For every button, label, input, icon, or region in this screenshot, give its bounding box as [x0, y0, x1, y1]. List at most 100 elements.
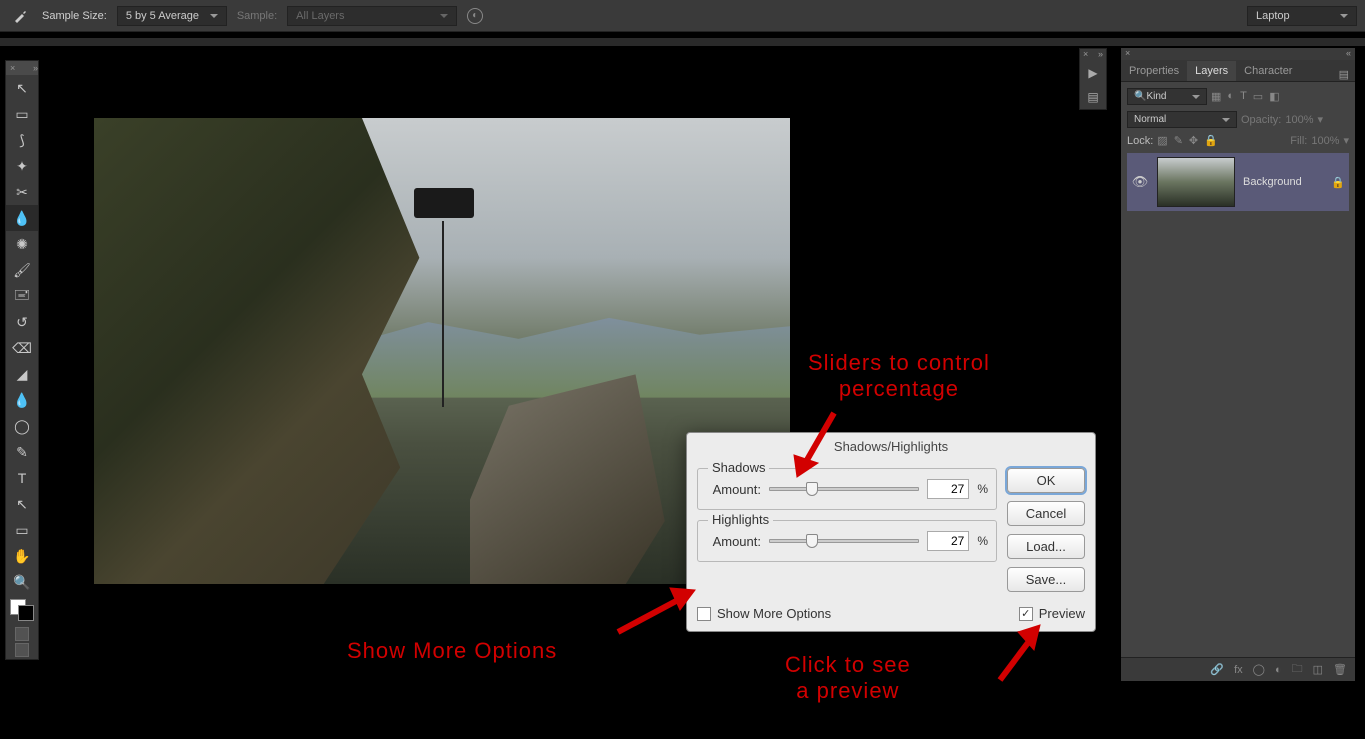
shadows-amount-input[interactable] [927, 479, 969, 499]
layer-row-background[interactable]: 👁 Background 🔒 [1127, 153, 1349, 211]
new-fill-icon[interactable]: ◐ [1275, 664, 1282, 676]
filter-smart-icon[interactable]: ◧ [1269, 90, 1279, 103]
canvas-area [50, 48, 1125, 739]
magic-wand-tool[interactable]: ✦ [6, 153, 38, 179]
delete-layer-icon[interactable]: 🗑 [1333, 663, 1347, 676]
highlights-slider[interactable] [769, 539, 919, 543]
background-color[interactable] [18, 605, 34, 621]
lock-pixels-icon[interactable]: ✎ [1174, 134, 1183, 147]
layers-panel-footer: 🔗 fx ◯ ◐ 🗀 ◫ 🗑 [1121, 657, 1355, 681]
shadows-fieldset: Shadows Amount: % [697, 468, 997, 510]
layer-fx-icon[interactable]: fx [1234, 664, 1243, 676]
blend-mode-dropdown[interactable]: Normal [1127, 111, 1237, 128]
path-select-tool[interactable]: ↖ [6, 491, 38, 517]
filter-shape-icon[interactable]: ▭ [1253, 90, 1263, 103]
highlights-amount-input[interactable] [927, 531, 969, 551]
link-layers-icon[interactable]: 🔗 [1210, 663, 1224, 676]
play-icon[interactable]: ▶ [1080, 61, 1106, 85]
save-button[interactable]: Save... [1007, 567, 1085, 592]
expand-icon[interactable]: » [33, 63, 38, 73]
opacity-label: Opacity: [1241, 114, 1281, 126]
filter-adjust-icon[interactable]: ◐ [1227, 90, 1234, 103]
lock-all-icon[interactable]: 🔒 [1204, 134, 1218, 147]
screen-mode-toggle[interactable] [15, 643, 29, 657]
filter-type-icons: ▦ ◐ T ▭ ◧ [1211, 90, 1280, 103]
shadows-slider-thumb[interactable] [806, 482, 818, 496]
eraser-tool[interactable]: ⌫ [6, 335, 38, 361]
fill-value: 100% [1311, 135, 1339, 147]
fill-arrow-icon[interactable]: ▾ [1343, 134, 1349, 147]
marquee-tool[interactable]: ▭ [6, 101, 38, 127]
sample-size-dropdown[interactable]: 5 by 5 Average [117, 6, 227, 26]
collapse-icon[interactable]: « [1346, 48, 1351, 60]
shadows-highlights-dialog: Shadows/Highlights Shadows Amount: % Hig… [686, 432, 1096, 632]
preview-row[interactable]: ✓ Preview [1019, 606, 1085, 621]
ok-button[interactable]: OK [1007, 468, 1085, 493]
new-group-icon[interactable]: 🗀 [1292, 660, 1303, 679]
shape-tool[interactable]: ▭ [6, 517, 38, 543]
panel-menu-icon[interactable]: ▤ [1333, 68, 1355, 81]
pen-tool[interactable]: ✎ [6, 439, 38, 465]
spot-heal-tool[interactable]: ✺ [6, 231, 38, 257]
load-button[interactable]: Load... [1007, 534, 1085, 559]
tab-character[interactable]: Character [1236, 61, 1300, 81]
tab-properties[interactable]: Properties [1121, 61, 1187, 81]
chevron-down-icon [1222, 118, 1230, 122]
brush-tool[interactable]: 🖌 [6, 257, 38, 283]
lock-label: Lock: [1127, 135, 1153, 147]
opacity-arrow-icon[interactable]: ▾ [1318, 113, 1324, 126]
options-bar: Sample Size: 5 by 5 Average Sample: All … [0, 0, 1365, 32]
opacity-value: 100% [1285, 114, 1313, 126]
sample-ring-icon[interactable]: ◐ [467, 8, 483, 24]
layers-panel-body: 🔍Kind ▦ ◐ T ▭ ◧ Normal Opacity: 100% ▾ L… [1121, 82, 1355, 217]
show-more-options-row[interactable]: Show More Options [697, 606, 831, 621]
new-layer-icon[interactable]: ◫ [1313, 663, 1323, 676]
lock-transparency-icon[interactable]: ▨ [1157, 134, 1167, 147]
type-tool[interactable]: T [6, 465, 38, 491]
filter-type-icon[interactable]: T [1240, 90, 1247, 103]
highlights-fieldset: Highlights Amount: % [697, 520, 997, 562]
zoom-tool[interactable]: 🔍 [6, 569, 38, 595]
close-icon[interactable]: × [10, 63, 15, 73]
layer-mask-icon[interactable]: ◯ [1253, 663, 1265, 676]
gradient-tool[interactable]: ◢ [6, 361, 38, 387]
tab-layers[interactable]: Layers [1187, 61, 1236, 81]
visibility-icon[interactable]: 👁 [1131, 174, 1149, 190]
lock-position-icon[interactable]: ✥ [1189, 134, 1198, 147]
workspace-dropdown[interactable]: Laptop [1247, 6, 1357, 26]
crop-tool[interactable]: ✂ [6, 179, 38, 205]
show-more-label: Show More Options [717, 606, 831, 621]
highlights-slider-thumb[interactable] [806, 534, 818, 548]
stamp-tool[interactable]: 🖃 [6, 283, 38, 309]
blur-tool[interactable]: 💧 [6, 387, 38, 413]
chevron-down-icon [1340, 14, 1348, 18]
close-icon[interactable]: × [1125, 48, 1130, 60]
layer-name[interactable]: Background [1243, 176, 1323, 188]
history-icon[interactable]: ▤ [1080, 85, 1106, 109]
right-panel-group: × « Properties Layers Character ▤ 🔍Kind … [1121, 48, 1355, 681]
chevron-down-icon [210, 14, 218, 18]
show-more-checkbox[interactable] [697, 607, 711, 621]
history-brush-tool[interactable]: ↺ [6, 309, 38, 335]
hand-tool[interactable]: ✋ [6, 543, 38, 569]
shadows-slider[interactable] [769, 487, 919, 491]
active-tool-icon[interactable] [8, 4, 32, 28]
lasso-tool[interactable]: ⟆ [6, 127, 38, 153]
color-swatches[interactable] [6, 595, 38, 625]
percent-label: % [977, 482, 988, 496]
dodge-tool[interactable]: ◯ [6, 413, 38, 439]
close-icon[interactable]: × [1083, 49, 1088, 61]
chevron-down-icon [440, 14, 448, 18]
preview-checkbox[interactable]: ✓ [1019, 607, 1033, 621]
filter-pixel-icon[interactable]: ▦ [1211, 90, 1221, 103]
layer-thumbnail[interactable] [1157, 157, 1235, 207]
sample-dropdown: All Layers [287, 6, 457, 26]
move-tool[interactable]: ↖ [6, 75, 38, 101]
fill-label: Fill: [1290, 135, 1307, 147]
eyedropper-tool[interactable]: 💧 [6, 205, 38, 231]
chevron-down-icon [1192, 95, 1200, 99]
layer-filter-dropdown[interactable]: 🔍Kind [1127, 88, 1207, 105]
cancel-button[interactable]: Cancel [1007, 501, 1085, 526]
expand-icon[interactable]: » [1098, 49, 1103, 61]
quick-mask-toggle[interactable] [15, 627, 29, 641]
